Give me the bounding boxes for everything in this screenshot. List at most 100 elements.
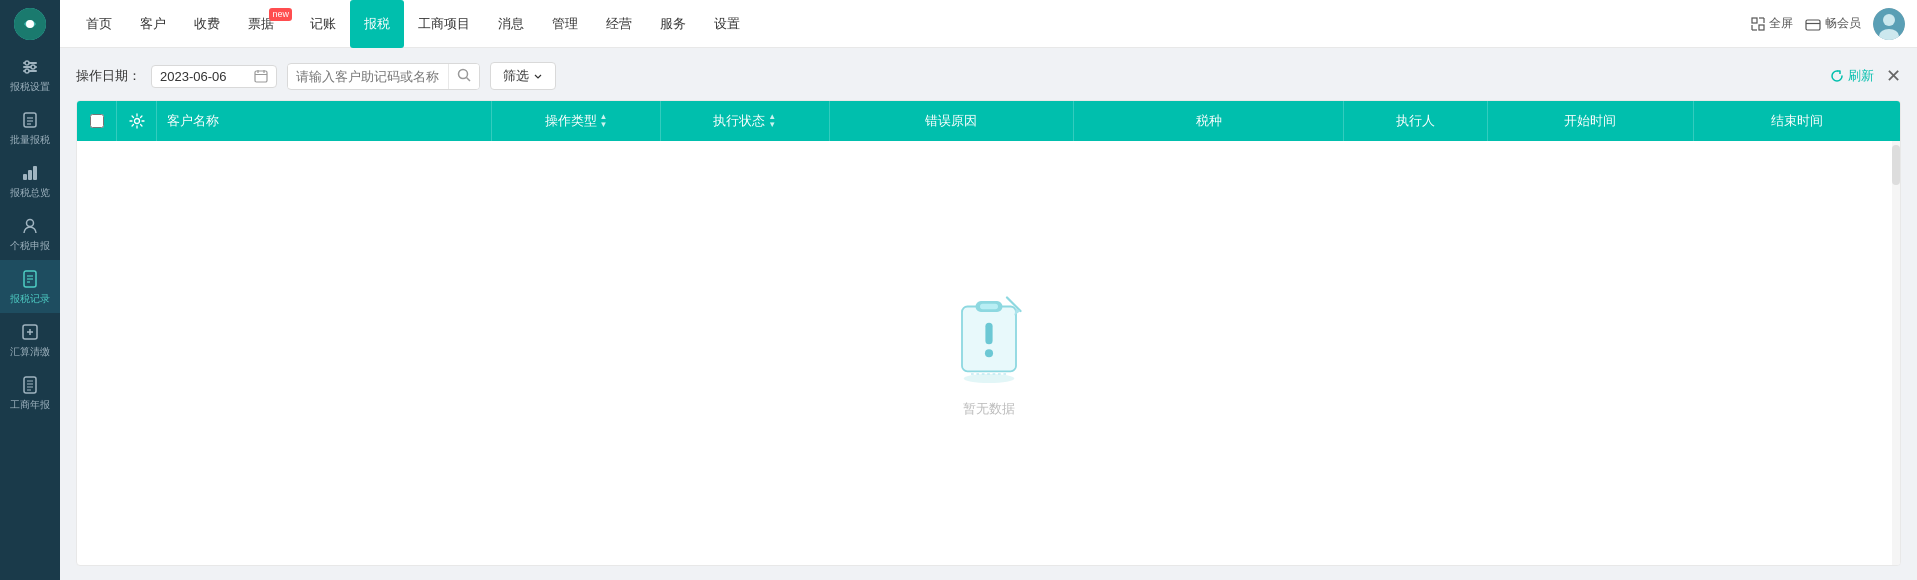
svg-point-7 bbox=[25, 69, 29, 73]
page-body: 操作日期： bbox=[60, 48, 1917, 580]
nav-shoufei[interactable]: 收费 bbox=[180, 0, 234, 48]
sidebar-item-label: 报税设置 bbox=[10, 81, 50, 93]
sidebar-item-label: 汇算清缴 bbox=[10, 346, 50, 358]
th-checkbox[interactable] bbox=[77, 101, 117, 141]
topbar: 首页 客户 收费 票据 new 记账 报税 工商项目 消息 bbox=[60, 0, 1917, 48]
sidebar-item-label: 批量报税 bbox=[10, 134, 50, 146]
nav-gongshang[interactable]: 工商项目 bbox=[404, 0, 484, 48]
fullscreen-icon bbox=[1751, 17, 1765, 31]
nav-home[interactable]: 首页 bbox=[72, 0, 126, 48]
settings-icon bbox=[19, 56, 41, 78]
chevron-down-icon bbox=[533, 71, 543, 81]
svg-rect-39 bbox=[255, 71, 267, 82]
member-button[interactable]: 畅会员 bbox=[1805, 15, 1861, 32]
svg-point-5 bbox=[25, 61, 29, 65]
th-op-type[interactable]: 操作类型 ▲▼ bbox=[492, 101, 661, 141]
empty-state: 暂无数据 bbox=[944, 288, 1034, 418]
nav-fuwu[interactable]: 服务 bbox=[646, 0, 700, 48]
sidebar: 报税设置 批量报税 报税总览 bbox=[0, 0, 60, 580]
th-tax-type: 税种 bbox=[1074, 101, 1344, 141]
svg-rect-49 bbox=[980, 304, 998, 309]
date-input[interactable] bbox=[160, 69, 250, 84]
refresh-icon bbox=[1830, 69, 1844, 83]
nav-shezhi[interactable]: 设置 bbox=[700, 0, 754, 48]
svg-point-46 bbox=[963, 374, 1013, 383]
record-icon bbox=[19, 268, 41, 290]
svg-rect-28 bbox=[1752, 18, 1757, 23]
date-label: 操作日期： bbox=[76, 67, 141, 85]
th-exec-status[interactable]: 执行状态 ▲▼ bbox=[661, 101, 830, 141]
nav-piaoju[interactable]: 票据 new bbox=[234, 0, 296, 48]
fullscreen-button[interactable]: 全屏 bbox=[1751, 15, 1793, 32]
nav-xiaoxi[interactable]: 消息 bbox=[484, 0, 538, 48]
sort-icon: ▲▼ bbox=[768, 113, 776, 129]
sidebar-item-label: 报税总览 bbox=[10, 187, 50, 199]
user-avatar[interactable] bbox=[1873, 8, 1905, 40]
sidebar-item-baoshui-shezhi[interactable]: 报税设置 bbox=[0, 48, 60, 101]
member-icon bbox=[1805, 17, 1821, 31]
svg-point-1 bbox=[26, 20, 34, 28]
sidebar-item-piliang-baoshui[interactable]: 批量报税 bbox=[0, 101, 60, 154]
topbar-right: 全屏 畅会员 bbox=[1751, 8, 1905, 40]
new-badge: new bbox=[269, 8, 292, 22]
th-end-time: 结束时间 bbox=[1694, 101, 1900, 141]
toolbar: 操作日期： bbox=[76, 62, 1901, 90]
sidebar-item-label: 报税记录 bbox=[10, 293, 50, 305]
svg-line-44 bbox=[467, 77, 471, 81]
svg-point-43 bbox=[459, 69, 468, 78]
gear-icon bbox=[129, 113, 145, 129]
nav-guanli[interactable]: 管理 bbox=[538, 0, 592, 48]
topbar-nav: 首页 客户 收费 票据 new 记账 报税 工商项目 消息 bbox=[72, 0, 1751, 48]
nav-jizhang[interactable]: 记账 bbox=[296, 0, 350, 48]
person-tax-icon bbox=[19, 215, 41, 237]
annual-report-icon bbox=[19, 374, 41, 396]
sidebar-item-huisuan[interactable]: 汇算清缴 bbox=[0, 313, 60, 366]
svg-point-45 bbox=[134, 119, 139, 124]
refresh-button[interactable]: 刷新 bbox=[1830, 67, 1874, 85]
sidebar-item-baoshui-jilu[interactable]: 报税记录 bbox=[0, 260, 60, 313]
search-icon bbox=[457, 68, 471, 82]
sidebar-item-geshui[interactable]: 个税申报 bbox=[0, 207, 60, 260]
svg-point-51 bbox=[984, 349, 992, 357]
table-wrap: 客户名称 操作类型 ▲▼ 执行状态 ▲▼ 错误原因 税种 bbox=[76, 100, 1901, 566]
svg-rect-8 bbox=[24, 113, 36, 127]
svg-rect-14 bbox=[33, 166, 37, 180]
table-body: 暂无数据 bbox=[77, 141, 1900, 565]
nav-client[interactable]: 客户 bbox=[126, 0, 180, 48]
th-executor: 执行人 bbox=[1344, 101, 1487, 141]
empty-illustration bbox=[944, 288, 1034, 388]
nav-jingying[interactable]: 经营 bbox=[592, 0, 646, 48]
select-all-checkbox[interactable] bbox=[90, 114, 104, 128]
empty-text: 暂无数据 bbox=[963, 400, 1015, 418]
search-input[interactable] bbox=[288, 65, 448, 88]
calendar-icon bbox=[254, 69, 268, 83]
date-input-wrap[interactable] bbox=[151, 65, 277, 88]
main-area: 首页 客户 收费 票据 new 记账 报税 工商项目 消息 bbox=[60, 0, 1917, 580]
sidebar-item-baoshui-zongjian[interactable]: 报税总览 bbox=[0, 154, 60, 207]
sort-icon: ▲▼ bbox=[600, 113, 608, 129]
logo-icon bbox=[14, 8, 46, 40]
svg-rect-12 bbox=[23, 174, 27, 180]
scrollbar-thumb bbox=[1892, 145, 1900, 185]
svg-point-37 bbox=[1883, 14, 1895, 26]
close-button[interactable]: ✕ bbox=[1886, 67, 1901, 85]
svg-rect-50 bbox=[985, 323, 992, 345]
svg-rect-29 bbox=[1759, 25, 1764, 30]
table-scrollbar[interactable] bbox=[1892, 141, 1900, 565]
nav-baoshui[interactable]: 报税 bbox=[350, 0, 404, 48]
svg-rect-13 bbox=[28, 170, 32, 180]
content: 操作日期： bbox=[60, 48, 1917, 580]
table-header: 客户名称 操作类型 ▲▼ 执行状态 ▲▼ 错误原因 税种 bbox=[77, 101, 1900, 141]
overview-icon bbox=[19, 162, 41, 184]
th-client-name: 客户名称 bbox=[157, 101, 492, 141]
sidebar-item-gongshang-nianbao[interactable]: 工商年报 bbox=[0, 366, 60, 419]
search-button[interactable] bbox=[448, 64, 479, 89]
th-error-reason: 错误原因 bbox=[830, 101, 1075, 141]
sidebar-logo bbox=[0, 0, 60, 48]
batch-tax-icon bbox=[19, 109, 41, 131]
search-wrap bbox=[287, 63, 480, 90]
sidebar-item-label: 工商年报 bbox=[10, 399, 50, 411]
th-gear[interactable] bbox=[117, 101, 157, 141]
svg-point-6 bbox=[31, 65, 35, 69]
filter-button[interactable]: 筛选 bbox=[490, 62, 556, 90]
